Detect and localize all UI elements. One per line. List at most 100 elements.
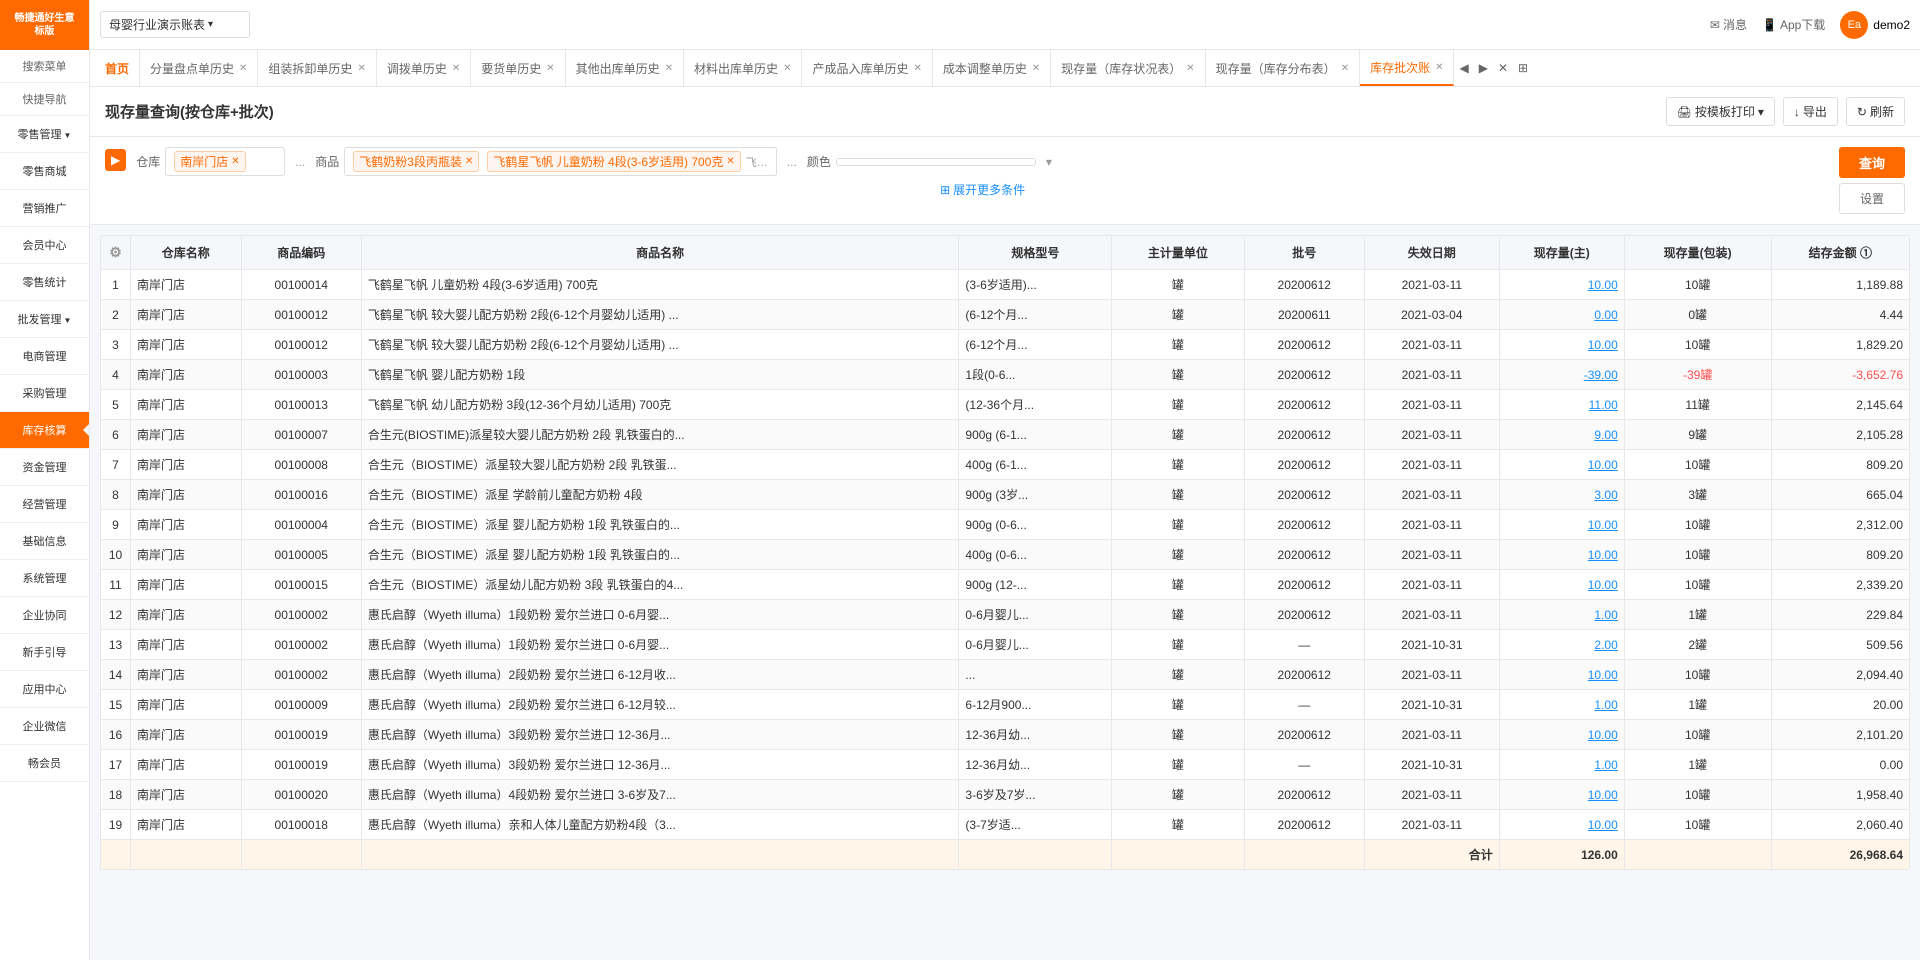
product-tag-2-close[interactable]: ✕ [726, 156, 734, 167]
product-tag-container[interactable]: 飞鹤奶粉3段丙瓶装 ✕ 飞鹤星飞帆 儿童奶粉 4段(3-6岁适用) 700克 ✕… [344, 147, 777, 176]
sidebar-item-finance[interactable]: 资金管理 [0, 449, 89, 486]
row-qty-main[interactable]: 10.00 [1499, 510, 1624, 540]
sidebar-item-enterprise-wechat[interactable]: 企业微信 [0, 708, 89, 745]
sidebar-item-ecommerce[interactable]: 电商管理 [0, 338, 89, 375]
sidebar-item-member-center[interactable]: 会员中心 [0, 227, 89, 264]
btn-query[interactable]: 查询 [1839, 147, 1905, 178]
sidebar-item-marketing[interactable]: 营销推广 [0, 190, 89, 227]
tab-product-in[interactable]: 产成品入库单历史 ✕ [802, 50, 932, 86]
color-expand-arrow[interactable]: ▾ [1046, 155, 1052, 169]
page-header-actions: 🖨 按模板打印 ▾ ↓ 导出 ↻ 刷新 [1666, 97, 1905, 126]
product-tag-2[interactable]: 飞鹤星飞帆 儿童奶粉 4段(3-6岁适用) 700克 ✕ [487, 151, 740, 172]
row-amount: 2,105.28 [1771, 420, 1909, 450]
sidebar-item-enterprise[interactable]: 企业协同 [0, 597, 89, 634]
tab-request[interactable]: 要货单历史 ✕ [471, 50, 565, 86]
app-download-label: App下载 [1780, 16, 1825, 33]
row-qty-main[interactable]: 10.00 [1499, 810, 1624, 840]
tab-close-inventory-dist[interactable]: ✕ [1341, 63, 1349, 74]
sidebar-item-purchase[interactable]: 采购管理 [0, 375, 89, 412]
btn-template-print[interactable]: 🖨 按模板打印 ▾ [1666, 97, 1775, 126]
tab-inventory-dist[interactable]: 现存量（库存分布表） ✕ [1206, 50, 1360, 86]
row-qty-main[interactable]: 1.00 [1499, 690, 1624, 720]
row-num: 8 [101, 480, 131, 510]
expand-more-btn[interactable]: ⊞ 展开更多条件 [136, 176, 1829, 203]
row-expire: 2021-03-11 [1364, 330, 1499, 360]
row-qty-main[interactable]: 10.00 [1499, 720, 1624, 750]
row-qty-main[interactable]: 1.00 [1499, 750, 1624, 780]
app-download-btn[interactable]: 📱 App下载 [1762, 16, 1825, 33]
sidebar-item-system[interactable]: 系统管理 [0, 560, 89, 597]
sidebar-item-operations[interactable]: 经营管理 [0, 486, 89, 523]
sidebar-quick-nav[interactable]: 快捷导航 [0, 83, 89, 116]
sidebar-item-new-guide[interactable]: 新手引导 [0, 634, 89, 671]
row-qty-main[interactable]: 10.00 [1499, 570, 1624, 600]
row-unit: 罐 [1112, 780, 1244, 810]
product-tag-1[interactable]: 飞鹤奶粉3段丙瓶装 ✕ [353, 151, 479, 172]
tab-other-out[interactable]: 其他出库单历史 ✕ [566, 50, 684, 86]
tab-close-split[interactable]: ✕ [239, 63, 247, 74]
tab-cost-adjust[interactable]: 成本调整单历史 ✕ [933, 50, 1051, 86]
tab-close-batch-voucher[interactable]: ✕ [1435, 62, 1443, 73]
product-tag-1-close[interactable]: ✕ [465, 156, 473, 167]
row-qty-main[interactable]: 10.00 [1499, 270, 1624, 300]
tab-close-product-in[interactable]: ✕ [913, 63, 921, 74]
user-area[interactable]: Ea demo2 [1840, 11, 1910, 39]
warehouse-tag-nanan[interactable]: 南岸门店 ✕ [174, 151, 245, 172]
sidebar-item-retail-store[interactable]: 零售商城 [0, 153, 89, 190]
product-tag-more[interactable]: 飞… [746, 154, 768, 170]
row-qty-main[interactable]: 1.00 [1499, 600, 1624, 630]
btn-refresh[interactable]: ↻ 刷新 [1846, 97, 1905, 126]
tab-close-inventory-status[interactable]: ✕ [1186, 63, 1194, 74]
tab-menu[interactable]: ⊞ [1513, 61, 1533, 75]
row-qty-main[interactable]: 3.00 [1499, 480, 1624, 510]
warehouse-tag-container[interactable]: 南岸门店 ✕ [165, 147, 285, 176]
tab-split-inventory[interactable]: 分量盘点单历史 ✕ [140, 50, 258, 86]
row-qty-main[interactable]: 2.00 [1499, 630, 1624, 660]
row-qty-main[interactable]: 10.00 [1499, 450, 1624, 480]
tab-disassemble[interactable]: 组装拆卸单历史 ✕ [258, 50, 376, 86]
row-qty-main[interactable]: -39.00 [1499, 360, 1624, 390]
row-qty-main[interactable]: 10.00 [1499, 780, 1624, 810]
tab-close-cost-adjust[interactable]: ✕ [1032, 63, 1040, 74]
row-batch: 20200612 [1244, 720, 1364, 750]
tab-close-request[interactable]: ✕ [546, 63, 554, 74]
row-qty-main[interactable]: 0.00 [1499, 300, 1624, 330]
tab-close-sample[interactable]: ✕ [452, 63, 460, 74]
message-btn[interactable]: ✉ 消息 [1710, 16, 1747, 33]
tab-sample[interactable]: 调拨单历史 ✕ [377, 50, 471, 86]
tab-close-material-out[interactable]: ✕ [783, 63, 791, 74]
sidebar-item-app-center[interactable]: 应用中心 [0, 671, 89, 708]
sidebar-item-retail-management[interactable]: 零售管理 [0, 116, 89, 153]
row-qty-main[interactable]: 10.00 [1499, 540, 1624, 570]
tab-nav-prev[interactable]: ◀ [1454, 61, 1473, 75]
warehouse-tag-close[interactable]: ✕ [231, 156, 239, 167]
tab-home[interactable]: 首页 [95, 50, 140, 86]
sidebar-item-vip[interactable]: 畅会员 [0, 745, 89, 782]
tab-nav-next[interactable]: ▶ [1474, 61, 1493, 75]
gear-icon[interactable]: ⚙ [109, 244, 122, 260]
sidebar-item-retail-stats[interactable]: 零售统计 [0, 264, 89, 301]
tab-close-disassemble[interactable]: ✕ [357, 63, 365, 74]
tab-material-out[interactable]: 材料出库单历史 ✕ [684, 50, 802, 86]
row-qty-main[interactable]: 11.00 [1499, 390, 1624, 420]
filter-product-more[interactable]: ... [787, 155, 797, 169]
sidebar: 畅捷通好生意 标版 搜索菜单 快捷导航 零售管理 零售商城 营销推广 会员中心 … [0, 0, 90, 960]
warehouse-selector[interactable]: 母婴行业演示账表 ▾ [100, 11, 250, 38]
row-qty-main[interactable]: 9.00 [1499, 420, 1624, 450]
tab-close-other-out[interactable]: ✕ [665, 63, 673, 74]
btn-export[interactable]: ↓ 导出 [1783, 97, 1838, 126]
filter-expand-btn[interactable]: ▶ [105, 149, 126, 171]
sidebar-item-inventory[interactable]: 库存核算 [0, 412, 89, 449]
row-qty-main[interactable]: 10.00 [1499, 660, 1624, 690]
btn-settings[interactable]: 设置 [1839, 183, 1905, 214]
sidebar-item-basic-info[interactable]: 基础信息 [0, 523, 89, 560]
color-tag-container[interactable] [836, 158, 1036, 166]
sidebar-search[interactable]: 搜索菜单 [0, 50, 89, 83]
filter-warehouse-more[interactable]: ... [295, 155, 305, 169]
row-qty-main[interactable]: 10.00 [1499, 330, 1624, 360]
tab-close-all[interactable]: ✕ [1493, 61, 1513, 75]
sidebar-item-wholesale[interactable]: 批发管理 [0, 301, 89, 338]
tab-inventory-status[interactable]: 现存量（库存状况表） ✕ [1051, 50, 1205, 86]
tab-batch-voucher[interactable]: 库存批次账 ✕ [1360, 50, 1454, 86]
footer-qty-total: 126.00 [1499, 840, 1624, 870]
